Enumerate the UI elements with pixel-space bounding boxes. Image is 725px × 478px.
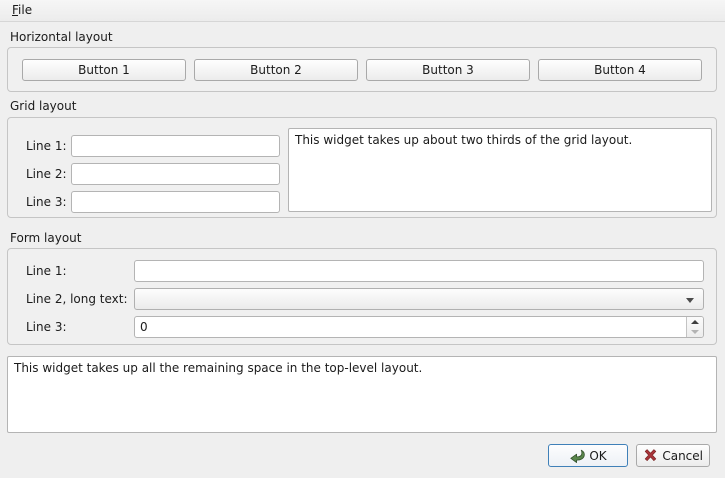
ok-green-arrow-icon <box>569 448 586 464</box>
menu-bar: File <box>0 0 725 22</box>
ok-button[interactable]: OK <box>548 444 628 467</box>
spinbox-input[interactable] <box>134 316 704 338</box>
horizontal-layout-group: Button 1 Button 2 Button 3 Button 4 <box>7 47 717 92</box>
grid-line1-label: Line 1: <box>26 139 67 153</box>
form-line3-spinbox <box>134 316 704 338</box>
cancel-red-x-icon <box>643 448 658 464</box>
form-line2-combobox[interactable] <box>134 288 704 310</box>
cancel-button[interactable]: Cancel <box>636 444 710 467</box>
form-layout-group-title: Form layout <box>10 231 82 245</box>
button-3[interactable]: Button 3 <box>366 59 530 81</box>
form-layout-group: Line 1: Line 2, long text: Line 3: <box>7 248 717 345</box>
grid-line2-label: Line 2: <box>26 167 67 181</box>
button-1[interactable]: Button 1 <box>22 59 186 81</box>
bottom-text-edit[interactable]: This widget takes up all the remaining s… <box>7 356 717 433</box>
cancel-button-label: Cancel <box>662 448 703 463</box>
form-line3-label: Line 3: <box>26 320 67 334</box>
dialog-window: File Horizontal layout Button 1 Button 2… <box>0 0 725 478</box>
ok-button-label: OK <box>589 448 607 463</box>
grid-text-edit[interactable]: This widget takes up about two thirds of… <box>288 128 712 212</box>
button-4[interactable]: Button 4 <box>538 59 702 81</box>
menu-file[interactable]: File <box>4 0 40 21</box>
grid-layout-group: Line 1: Line 2: Line 3: This widget take… <box>7 117 717 218</box>
grid-line1-input[interactable] <box>71 135 280 157</box>
form-line2-label: Line 2, long text: <box>26 292 128 306</box>
grid-line3-input[interactable] <box>71 191 280 213</box>
spin-up-arrow-icon[interactable] <box>687 317 703 327</box>
horizontal-button-row: Button 1 Button 2 Button 3 Button 4 <box>22 59 702 81</box>
button-2[interactable]: Button 2 <box>194 59 358 81</box>
spinbox-buttons <box>686 317 703 337</box>
form-line1-input[interactable] <box>134 260 704 282</box>
grid-line3-label: Line 3: <box>26 195 67 209</box>
spin-down-arrow-icon[interactable] <box>687 327 703 337</box>
form-line1-label: Line 1: <box>26 264 67 278</box>
grid-layout-group-title: Grid layout <box>10 99 77 113</box>
grid-line2-input[interactable] <box>71 163 280 185</box>
horizontal-layout-group-title: Horizontal layout <box>10 30 113 44</box>
chevron-down-icon <box>686 298 694 303</box>
